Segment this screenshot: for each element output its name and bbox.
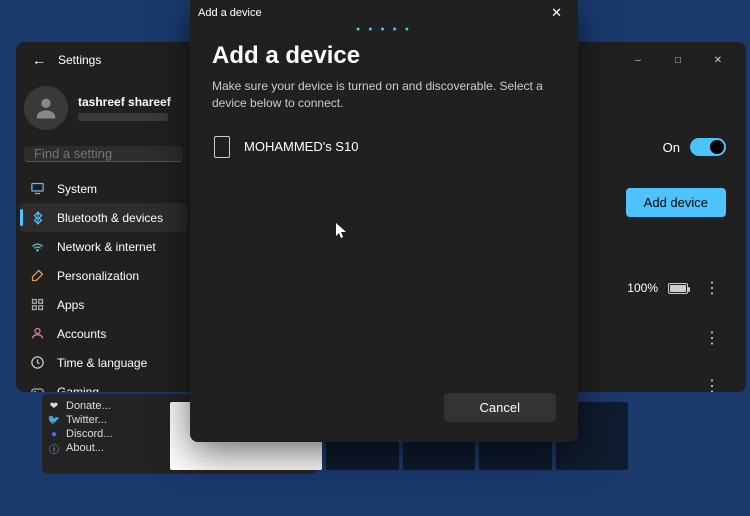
phone-icon: [214, 136, 230, 158]
info-icon: ⓘ: [48, 442, 60, 454]
brush-icon: [30, 268, 45, 283]
heart-icon: ❤: [48, 400, 60, 412]
nav-label: Bluetooth & devices: [57, 211, 163, 225]
bluetooth-toggle[interactable]: [690, 138, 726, 156]
nav-accounts[interactable]: Accounts: [20, 319, 187, 348]
bluetooth-toggle-row: On: [663, 138, 726, 156]
twitter-icon: 🐦: [48, 414, 60, 426]
gamepad-icon: [30, 384, 45, 392]
nav-label: Personalization: [57, 269, 139, 283]
nav-time-language[interactable]: Time & language: [20, 348, 187, 377]
nav-label: Apps: [57, 298, 84, 312]
add-device-modal: Add a device ✕ ● ● ● ● ● Add a device Ma…: [190, 0, 578, 442]
device-more-button[interactable]: ⋮: [698, 376, 726, 392]
modal-subtitle: Make sure your device is turned on and d…: [212, 78, 556, 112]
wifi-icon: [30, 239, 45, 254]
account-icon: [30, 326, 45, 341]
apps-icon: [30, 297, 45, 312]
modal-close-button[interactable]: ✕: [543, 5, 570, 21]
bluetooth-icon: [30, 210, 45, 225]
user-name: tashreef shareef: [78, 95, 171, 109]
discord-icon: ●: [48, 428, 60, 440]
modal-heading: Add a device: [212, 42, 556, 70]
user-email-placeholder: [78, 113, 168, 121]
nav-label: Accounts: [57, 327, 106, 341]
nav-label: Gaming: [57, 385, 99, 393]
nav-personalization[interactable]: Personalization: [20, 261, 187, 290]
nav-bluetooth[interactable]: Bluetooth & devices: [20, 203, 187, 232]
search-box[interactable]: [24, 146, 183, 162]
device-status-row: 100% ⋮: [627, 278, 726, 298]
modal-titlebar-text: Add a device: [198, 7, 262, 19]
battery-icon: [668, 283, 688, 294]
nav-label: Time & language: [57, 356, 147, 370]
back-button[interactable]: ←: [32, 52, 46, 68]
nav-network[interactable]: Network & internet: [20, 232, 187, 261]
nav-label: System: [57, 182, 97, 196]
modal-titlebar: Add a device ✕: [190, 0, 578, 26]
settings-sidebar: tashreef shareef System Bluetooth & devi…: [16, 78, 191, 392]
nav-apps[interactable]: Apps: [20, 290, 187, 319]
device-row: ⋮: [698, 328, 726, 348]
close-button[interactable]: ✕: [698, 45, 738, 75]
nav-system[interactable]: System: [20, 174, 187, 203]
nav-gaming[interactable]: Gaming: [20, 377, 187, 392]
device-name: MOHAMMED's S10: [244, 139, 358, 154]
device-more-button[interactable]: ⋮: [698, 278, 726, 298]
add-device-button[interactable]: Add device: [626, 188, 726, 217]
system-icon: [30, 181, 45, 196]
nav-list: System Bluetooth & devices Network & int…: [20, 174, 187, 392]
toggle-label: On: [663, 140, 680, 155]
battery-percent: 100%: [627, 281, 658, 295]
user-block[interactable]: tashreef shareef: [20, 78, 187, 146]
nav-label: Network & internet: [57, 240, 156, 254]
maximize-button[interactable]: □: [658, 45, 698, 75]
search-input[interactable]: [34, 146, 173, 161]
discovered-device[interactable]: MOHAMMED's S10: [212, 130, 556, 164]
clock-icon: [30, 355, 45, 370]
device-row: ⋮: [698, 376, 726, 392]
device-more-button[interactable]: ⋮: [698, 328, 726, 348]
settings-title: Settings: [58, 53, 101, 67]
minimize-button[interactable]: –: [618, 45, 658, 75]
cancel-button[interactable]: Cancel: [444, 393, 556, 422]
avatar: [24, 86, 68, 130]
